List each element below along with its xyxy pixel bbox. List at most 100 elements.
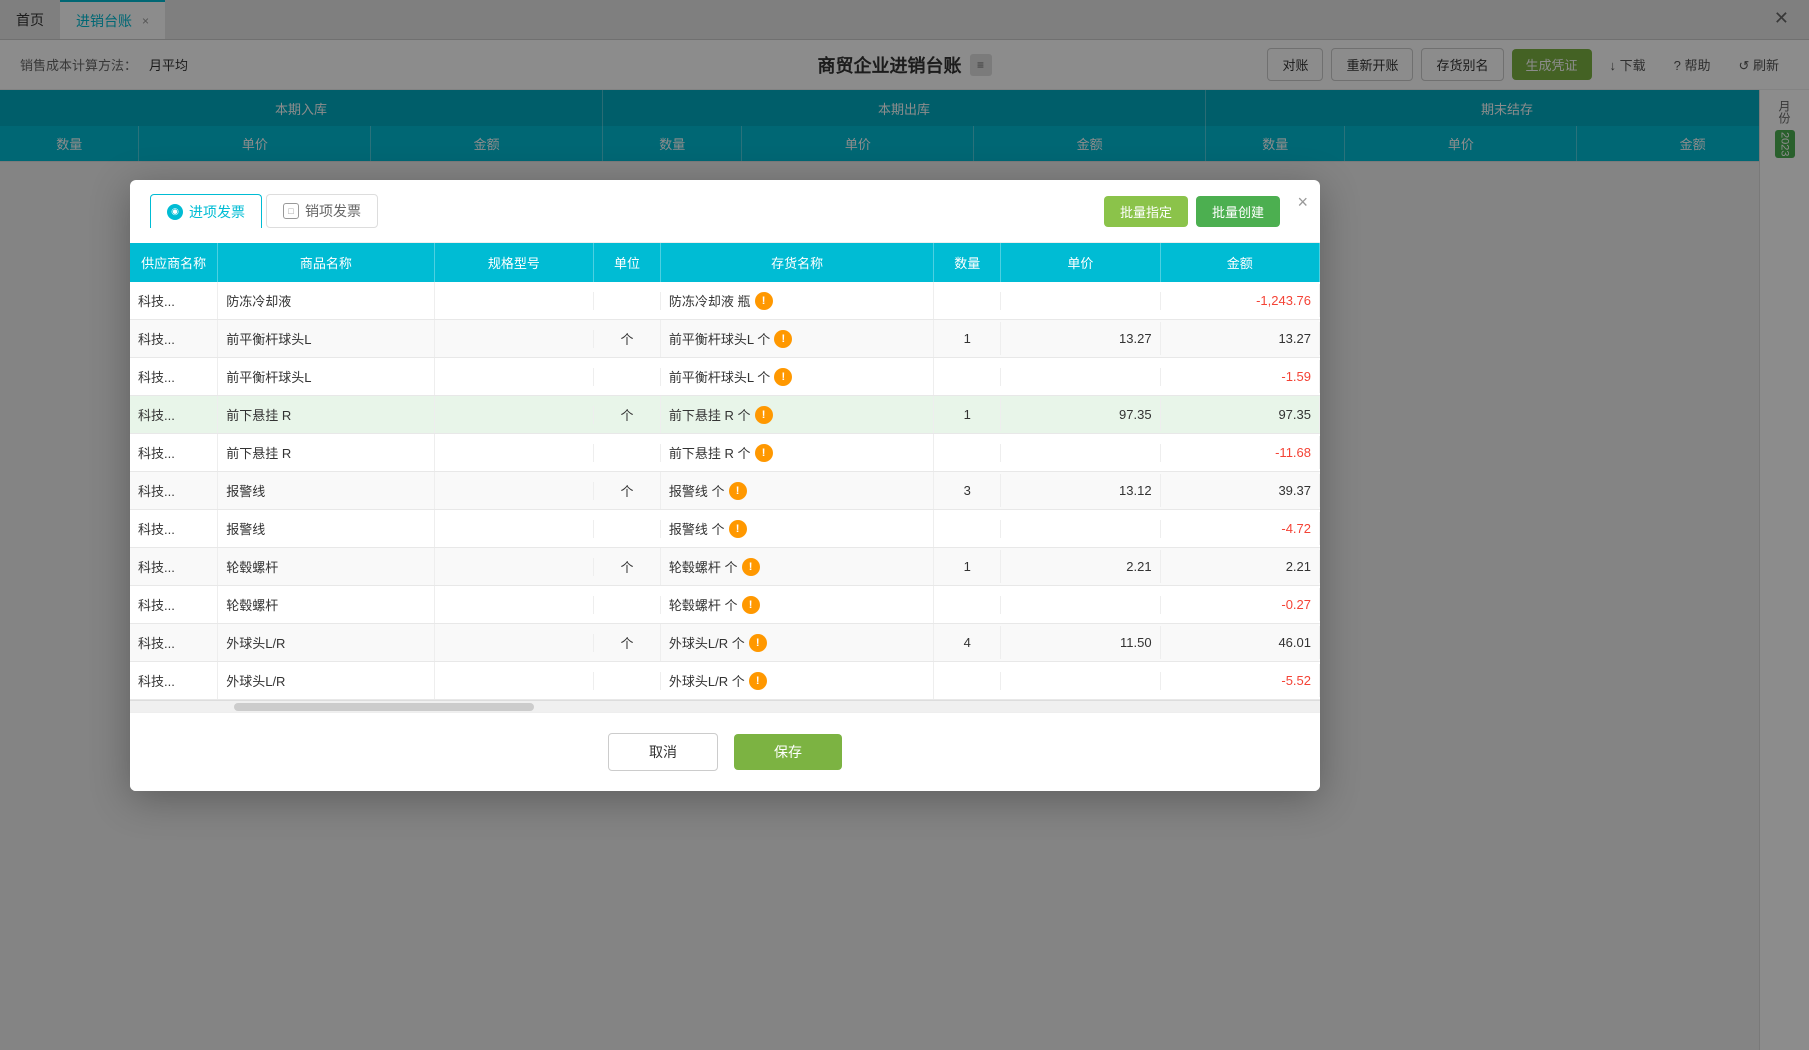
cell-unit bbox=[594, 672, 661, 690]
cell-unit-price bbox=[1001, 368, 1160, 386]
warning-icon: ! bbox=[742, 596, 760, 614]
cell-storage: 防冻冷却液 瓶 ! bbox=[661, 282, 934, 319]
tab-out-invoice[interactable]: □ 销项发票 bbox=[266, 194, 378, 228]
cell-product: 轮毂螺杆 bbox=[218, 586, 434, 623]
cell-qty bbox=[934, 368, 1001, 386]
cell-qty: 4 bbox=[934, 626, 1001, 659]
th-unit-price: 单价 bbox=[1001, 243, 1160, 282]
cell-amount: 97.35 bbox=[1161, 398, 1320, 431]
cell-unit bbox=[594, 368, 661, 386]
cell-supplier: 科技... bbox=[130, 396, 218, 433]
modal-header: ◉ 进项发票 □ 销项发票 批量指定 批量创建 × bbox=[130, 180, 1320, 243]
warning-icon: ! bbox=[749, 634, 767, 652]
table-row: 科技... 报警线 个 报警线 个 ! 3 13.12 39.37 bbox=[130, 472, 1320, 510]
cell-unit bbox=[594, 596, 661, 614]
modal-close-button[interactable]: × bbox=[1297, 192, 1308, 213]
cell-unit-price bbox=[1001, 292, 1160, 310]
cell-product: 前下悬挂 R bbox=[218, 434, 434, 471]
cell-unit: 个 bbox=[594, 320, 661, 357]
table-row: 科技... 防冻冷却液 防冻冷却液 瓶 ! -1,243.76 bbox=[130, 282, 1320, 320]
warning-icon: ! bbox=[755, 406, 773, 424]
warning-icon: ! bbox=[742, 558, 760, 576]
cell-supplier: 科技... bbox=[130, 472, 218, 509]
cell-spec bbox=[435, 368, 594, 386]
scrollbar-thumb[interactable] bbox=[234, 703, 534, 711]
save-button[interactable]: 保存 bbox=[734, 734, 842, 770]
tab-in-icon: ◉ bbox=[167, 204, 183, 220]
cell-supplier: 科技... bbox=[130, 510, 218, 547]
cell-supplier: 科技... bbox=[130, 358, 218, 395]
cell-supplier: 科技... bbox=[130, 434, 218, 471]
cell-unit-price bbox=[1001, 520, 1160, 538]
warning-icon: ! bbox=[729, 520, 747, 538]
modal-table-body: 科技... 防冻冷却液 防冻冷却液 瓶 ! -1,243.76 科技... 前平… bbox=[130, 282, 1320, 700]
cell-unit: 个 bbox=[594, 548, 661, 585]
cell-product: 防冻冷却液 bbox=[218, 282, 434, 319]
cell-unit: 个 bbox=[594, 624, 661, 661]
cell-qty bbox=[934, 520, 1001, 538]
cell-unit-price bbox=[1001, 672, 1160, 690]
cell-amount: -1.59 bbox=[1161, 360, 1320, 393]
cancel-button[interactable]: 取消 bbox=[608, 733, 718, 771]
cell-product: 前平衡杆球头L bbox=[218, 320, 434, 357]
warning-icon: ! bbox=[774, 330, 792, 348]
table-row: 科技... 轮毂螺杆 轮毂螺杆 个 ! -0.27 bbox=[130, 586, 1320, 624]
th-supplier: 供应商名称 bbox=[130, 243, 218, 282]
cell-supplier: 科技... bbox=[130, 662, 218, 699]
cell-qty: 1 bbox=[934, 322, 1001, 355]
cell-product: 外球头L/R bbox=[218, 624, 434, 661]
cell-supplier: 科技... bbox=[130, 586, 218, 623]
cell-product: 轮毂螺杆 bbox=[218, 548, 434, 585]
cell-spec bbox=[435, 406, 594, 424]
cell-spec bbox=[435, 520, 594, 538]
cell-unit-price: 11.50 bbox=[1001, 626, 1160, 659]
modal-dialog: ◉ 进项发票 □ 销项发票 批量指定 批量创建 × 供应商名称 商品名称 规格型… bbox=[130, 180, 1320, 791]
cell-amount: 2.21 bbox=[1161, 550, 1320, 583]
table-row: 科技... 前下悬挂 R 前下悬挂 R 个 ! -11.68 bbox=[130, 434, 1320, 472]
cell-spec bbox=[435, 558, 594, 576]
modal-footer: 取消 保存 bbox=[130, 712, 1320, 791]
batch-create-button[interactable]: 批量创建 bbox=[1196, 196, 1280, 227]
cell-spec bbox=[435, 596, 594, 614]
modal-table-header: 供应商名称 商品名称 规格型号 单位 存货名称 数量 单价 金额 bbox=[130, 243, 1320, 282]
table-row: 科技... 前下悬挂 R 个 前下悬挂 R 个 ! 1 97.35 97.35 bbox=[130, 396, 1320, 434]
table-row: 科技... 前平衡杆球头L 个 前平衡杆球头L 个 ! 1 13.27 13.2… bbox=[130, 320, 1320, 358]
cell-unit-price: 97.35 bbox=[1001, 398, 1160, 431]
warning-icon: ! bbox=[749, 672, 767, 690]
cell-storage: 前下悬挂 R 个 ! bbox=[661, 434, 934, 471]
table-row: 科技... 外球头L/R 外球头L/R 个 ! -5.52 bbox=[130, 662, 1320, 700]
cell-unit bbox=[594, 444, 661, 462]
cell-supplier: 科技... bbox=[130, 320, 218, 357]
cell-storage: 外球头L/R 个 ! bbox=[661, 624, 934, 661]
cell-amount: -1,243.76 bbox=[1161, 284, 1320, 317]
cell-spec bbox=[435, 634, 594, 652]
cell-amount: -11.68 bbox=[1161, 436, 1320, 469]
th-product: 商品名称 bbox=[218, 243, 434, 282]
cell-qty bbox=[934, 292, 1001, 310]
cell-storage: 前平衡杆球头L 个 ! bbox=[661, 320, 934, 357]
cell-unit bbox=[594, 520, 661, 538]
cell-storage: 轮毂螺杆 个 ! bbox=[661, 586, 934, 623]
cell-product: 前平衡杆球头L bbox=[218, 358, 434, 395]
tab-in-invoice[interactable]: ◉ 进项发票 bbox=[150, 194, 262, 228]
cell-product: 报警线 bbox=[218, 472, 434, 509]
th-storage: 存货名称 bbox=[661, 243, 934, 282]
warning-icon: ! bbox=[729, 482, 747, 500]
cell-spec bbox=[435, 292, 594, 310]
scroll-area[interactable] bbox=[130, 700, 1320, 712]
cell-spec bbox=[435, 482, 594, 500]
batch-assign-button[interactable]: 批量指定 bbox=[1104, 196, 1188, 227]
cell-amount: 13.27 bbox=[1161, 322, 1320, 355]
cell-amount: -5.52 bbox=[1161, 664, 1320, 697]
table-row: 科技... 报警线 报警线 个 ! -4.72 bbox=[130, 510, 1320, 548]
cell-unit-price: 13.27 bbox=[1001, 322, 1160, 355]
th-spec: 规格型号 bbox=[435, 243, 594, 282]
cell-qty bbox=[934, 596, 1001, 614]
cell-storage: 轮毂螺杆 个 ! bbox=[661, 548, 934, 585]
cell-qty: 1 bbox=[934, 550, 1001, 583]
cell-qty bbox=[934, 672, 1001, 690]
cell-storage: 报警线 个 ! bbox=[661, 510, 934, 547]
cell-product: 前下悬挂 R bbox=[218, 396, 434, 433]
cell-spec bbox=[435, 444, 594, 462]
cell-storage: 前平衡杆球头L 个 ! bbox=[661, 358, 934, 395]
